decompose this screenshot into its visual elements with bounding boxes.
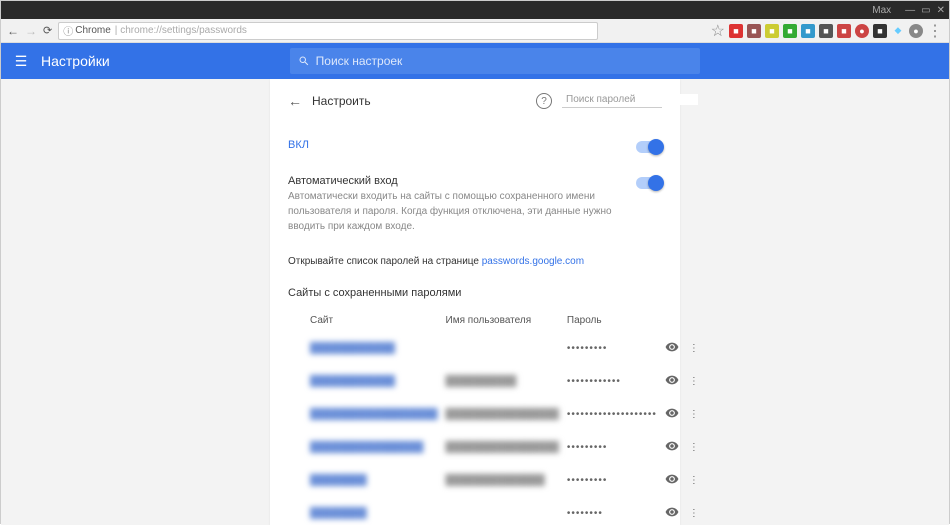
search-icon	[298, 55, 310, 67]
show-password-icon[interactable]	[665, 505, 679, 522]
passwords-google-link[interactable]: passwords.google.com	[482, 256, 584, 267]
more-icon[interactable]: ⋮	[689, 409, 699, 420]
extension-icon[interactable]: ■	[783, 24, 797, 38]
passwords-toggle[interactable]	[636, 141, 662, 153]
app-toolbar: ☰ Настройки	[1, 43, 949, 79]
show-password-icon[interactable]	[665, 406, 679, 423]
password-cell: ••••••••••••	[567, 376, 621, 387]
show-password-icon[interactable]	[665, 439, 679, 456]
password-cell: •••••••••	[567, 442, 608, 453]
table-row: ████████ •••••••• ⋮	[288, 497, 703, 525]
table-row: ████████████████ ████████████████ ••••••••…	[288, 431, 703, 464]
table-row: ██████████████████████••••••••••••⋮	[288, 365, 703, 398]
url-prefix: chrome://	[120, 25, 162, 36]
toggle-on-label: ВКЛ	[288, 139, 636, 151]
password-cell: ••••••••	[567, 508, 603, 519]
info-icon: ⓘ	[63, 23, 73, 38]
url-path: settings/passwords	[162, 25, 247, 36]
extension-icon[interactable]: ■	[729, 24, 743, 38]
password-search[interactable]	[562, 94, 662, 108]
extension-icon[interactable]: ■	[801, 24, 815, 38]
user-cell: ████████████████	[446, 409, 559, 420]
minimize-icon[interactable]: —	[905, 5, 915, 16]
password-search-input[interactable]	[566, 94, 698, 105]
passwords-table: Сайт Имя пользователя Пароль ███████████…	[288, 309, 703, 525]
hamburger-icon[interactable]: ☰	[1, 53, 41, 70]
back-icon[interactable]: ←	[7, 24, 19, 38]
toggle-on-row: ВКЛ	[288, 133, 662, 159]
col-site: Сайт	[288, 309, 442, 332]
extension-icon[interactable]: ■	[837, 24, 851, 38]
back-arrow-icon[interactable]: ←	[288, 93, 302, 109]
passwords-link-text: Открывайте список паролей на странице pa…	[288, 256, 662, 267]
site-cell[interactable]: ████████████	[310, 343, 395, 354]
more-icon[interactable]: ⋮	[689, 343, 699, 354]
more-icon[interactable]: ⋮	[689, 475, 699, 486]
extension-icon[interactable]: ■	[819, 24, 833, 38]
extension-icon[interactable]: ■	[873, 24, 887, 38]
settings-search-input[interactable]	[316, 54, 692, 68]
star-icon[interactable]: ☆	[711, 21, 725, 41]
col-pwd: Пароль	[563, 309, 661, 332]
auto-login-toggle[interactable]	[636, 177, 662, 189]
show-password-icon[interactable]	[665, 340, 679, 357]
site-cell[interactable]: ████████	[310, 508, 367, 519]
extension-icon[interactable]: ■	[747, 24, 761, 38]
auto-login-row: Автоматический вход Автоматически входит…	[288, 169, 662, 240]
extension-icon[interactable]: ◆	[891, 24, 905, 38]
address-bar: ← → ⟳ ⓘ Chrome | chrome://settings/passw…	[1, 19, 949, 43]
menu-icon[interactable]: ⋮	[927, 21, 943, 41]
settings-card: ← Настроить ? ВКЛ Автоматический вход Ав…	[270, 79, 680, 525]
saved-passwords-title: Сайты с сохраненными паролями	[288, 287, 662, 299]
extension-icon[interactable]: ■	[765, 24, 779, 38]
show-password-icon[interactable]	[665, 472, 679, 489]
extension-icon[interactable]: ●	[909, 24, 923, 38]
settings-search[interactable]	[290, 48, 700, 74]
site-cell[interactable]: ██████████████████	[310, 409, 438, 420]
user-cell: ██████████████	[446, 475, 545, 486]
password-cell: ••••••••••••••••••••	[567, 409, 657, 420]
site-cell[interactable]: ████████████	[310, 376, 395, 387]
page-body: ← Настроить ? ВКЛ Автоматический вход Ав…	[1, 79, 949, 525]
table-row: ██████████████████████•••••••••⋮	[288, 464, 703, 497]
window-titlebar: ⚙ Настройки × Max — ▭ ✕	[1, 1, 949, 19]
url-scheme: Chrome	[75, 25, 111, 36]
password-cell: •••••••••	[567, 343, 608, 354]
maximize-icon[interactable]: ▭	[921, 5, 930, 16]
site-cell[interactable]: ████████	[310, 475, 367, 486]
auto-login-title: Автоматический вход	[288, 175, 636, 187]
more-icon[interactable]: ⋮	[689, 508, 699, 519]
table-row: ████████████ ••••••••• ⋮	[288, 332, 703, 365]
page-title: Настройки	[41, 53, 110, 69]
card-title: Настроить	[312, 94, 371, 108]
table-row: ██████████████████████████████████••••••…	[288, 398, 703, 431]
forward-icon: →	[25, 24, 37, 38]
reload-icon[interactable]: ⟳	[43, 24, 52, 37]
extensions-area: ☆ ■ ■ ■ ■ ■ ■ ■ ● ■ ◆ ● ⋮	[711, 21, 943, 41]
more-icon[interactable]: ⋮	[689, 442, 699, 453]
close-window-icon[interactable]: ✕	[937, 5, 945, 16]
user-cell: ██████████	[446, 376, 517, 387]
url-input[interactable]: ⓘ Chrome | chrome://settings/passwords	[58, 22, 598, 40]
auto-login-desc: Автоматически входить на сайты с помощью…	[288, 189, 618, 234]
window-user: Max	[872, 5, 891, 16]
extension-icon[interactable]: ●	[855, 24, 869, 38]
more-icon[interactable]: ⋮	[689, 376, 699, 387]
password-cell: •••••••••	[567, 475, 608, 486]
user-cell: ████████████████	[446, 442, 559, 453]
help-icon[interactable]: ?	[536, 93, 552, 109]
site-cell[interactable]: ████████████████	[310, 442, 423, 453]
show-password-icon[interactable]	[665, 373, 679, 390]
col-user: Имя пользователя	[442, 309, 563, 332]
